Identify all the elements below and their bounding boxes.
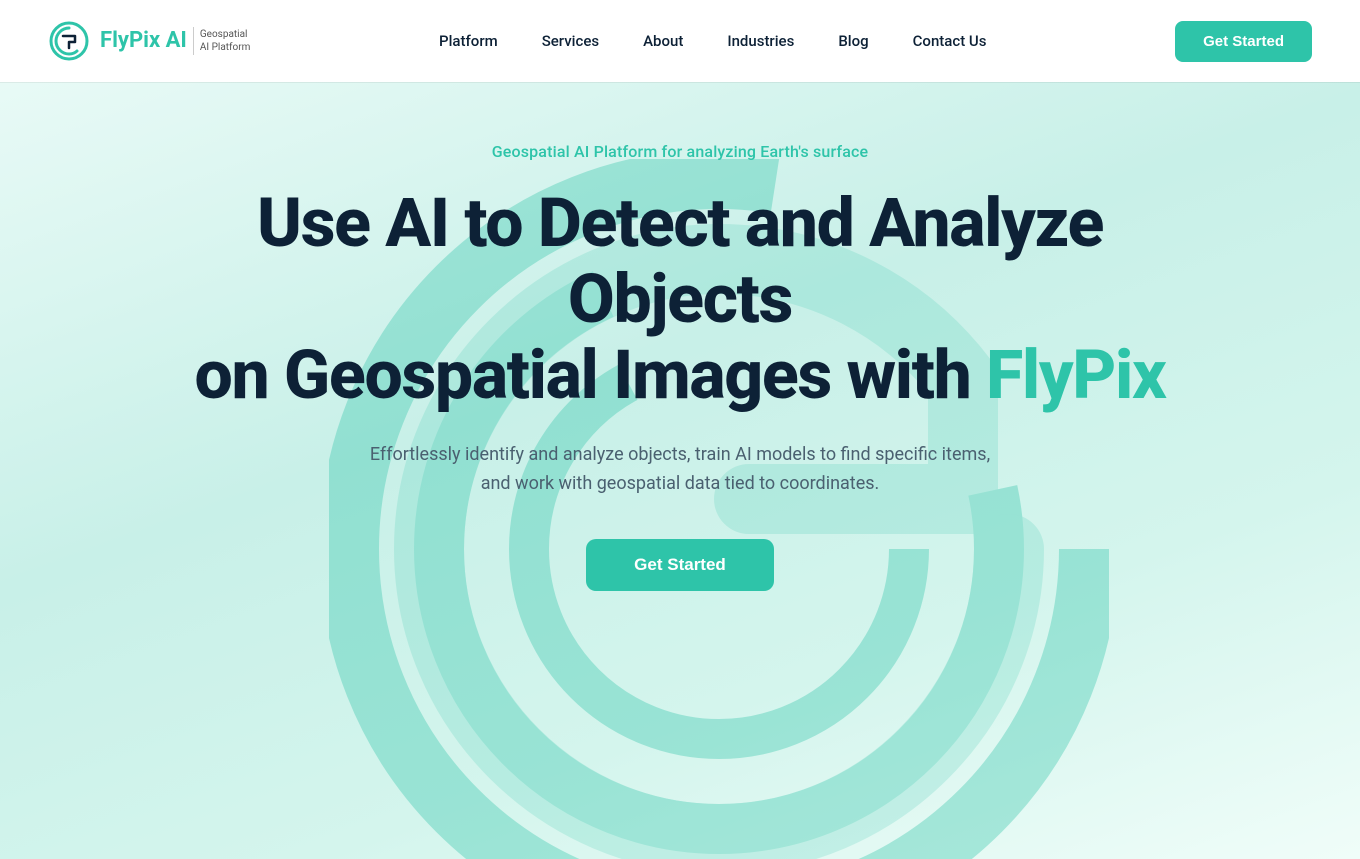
logo-divider [193, 27, 194, 55]
hero-title-brand: FlyPix [986, 335, 1165, 415]
nav-industries[interactable]: Industries [709, 24, 812, 58]
navbar-get-started-button[interactable]: Get Started [1175, 21, 1312, 62]
logo-brand: FlyPix [100, 28, 160, 53]
nav-blog[interactable]: Blog [820, 24, 886, 58]
hero-title-line1: Use AI to Detect and Analyze Objects [257, 183, 1103, 339]
hero-content: Geospatial AI Platform for analyzing Ear… [180, 142, 1180, 591]
logo-text: FlyPix AI Geospatial AI Platform [100, 27, 250, 55]
navbar: FlyPix AI Geospatial AI Platform Platfor… [0, 0, 1360, 82]
hero-title: Use AI to Detect and Analyze Objects on … [180, 185, 1180, 413]
hero-description: Effortlessly identify and analyze object… [370, 441, 990, 499]
nav-contact[interactable]: Contact Us [895, 24, 1005, 58]
hero-get-started-button[interactable]: Get Started [586, 539, 774, 591]
hero-tagline: Geospatial AI Platform for analyzing Ear… [492, 142, 869, 161]
nav-about[interactable]: About [625, 24, 701, 58]
flypix-logo-icon [48, 20, 90, 62]
nav-links: Platform Services About Industries Blog … [421, 24, 1004, 58]
logo-subtitle: Geospatial AI Platform [200, 28, 251, 54]
logo[interactable]: FlyPix AI Geospatial AI Platform [48, 20, 250, 62]
nav-services[interactable]: Services [524, 24, 617, 58]
hero-title-line2: on Geospatial Images with FlyPix [195, 335, 1166, 415]
nav-platform[interactable]: Platform [421, 24, 516, 58]
hero-section: Geospatial AI Platform for analyzing Ear… [0, 82, 1360, 859]
logo-ai: AI [166, 28, 187, 53]
logo-name: FlyPix AI [100, 29, 187, 53]
